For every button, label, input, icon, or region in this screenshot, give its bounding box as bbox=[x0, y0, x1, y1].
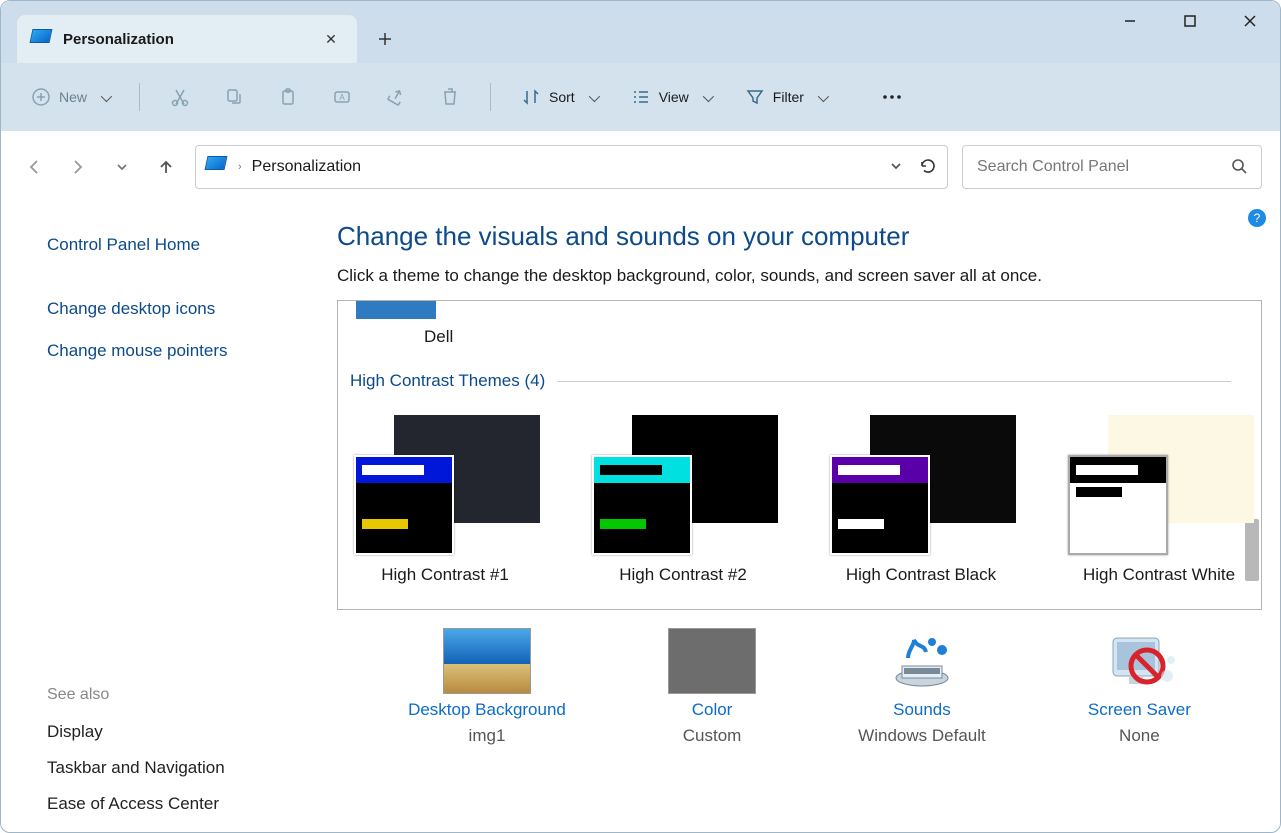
separator bbox=[490, 83, 491, 111]
refresh-button[interactable] bbox=[919, 157, 937, 178]
new-button[interactable]: New bbox=[21, 81, 119, 113]
ease-of-access-link[interactable]: Ease of Access Center bbox=[47, 786, 321, 822]
theme-label: High Contrast #1 bbox=[381, 565, 509, 585]
theme-preview bbox=[354, 415, 536, 555]
address-bar[interactable]: › Personalization bbox=[195, 145, 948, 189]
page-heading: Change the visuals and sounds on your co… bbox=[337, 221, 1262, 252]
sidebar: Control Panel Home Change desktop icons … bbox=[1, 203, 321, 832]
setting-link[interactable]: Color bbox=[692, 700, 733, 720]
breadcrumb-separator: › bbox=[238, 161, 242, 173]
control-panel-home-link[interactable]: Control Panel Home bbox=[47, 229, 321, 261]
see-also-header: See also bbox=[47, 686, 321, 704]
theme-label: High Contrast Black bbox=[846, 565, 996, 585]
sort-button[interactable]: Sort bbox=[511, 81, 607, 113]
titlebar: Personalization ✕ bbox=[1, 1, 1280, 63]
theme-front bbox=[830, 455, 930, 555]
view-label: View bbox=[659, 89, 689, 105]
theme-label: High Contrast #2 bbox=[619, 565, 747, 585]
setting-value: Custom bbox=[683, 726, 742, 746]
theme-label: High Contrast White bbox=[1083, 565, 1235, 585]
search-bar[interactable] bbox=[962, 145, 1262, 189]
setting-value: img1 bbox=[469, 726, 506, 746]
theme-preview bbox=[1068, 415, 1250, 555]
theme-dell-partial[interactable] bbox=[356, 301, 436, 319]
theme-item[interactable]: High Contrast White bbox=[1068, 415, 1250, 585]
setting-value: None bbox=[1119, 726, 1160, 746]
setting-thumb bbox=[668, 628, 756, 694]
setting-thumb bbox=[1095, 628, 1183, 694]
theme-front bbox=[592, 455, 692, 555]
section-header-label: High Contrast Themes (4) bbox=[350, 371, 545, 391]
setting-item[interactable]: Screen Saver None bbox=[1088, 628, 1191, 746]
svg-text:A: A bbox=[339, 93, 345, 102]
breadcrumb-item[interactable]: Personalization bbox=[252, 158, 361, 176]
setting-link[interactable]: Screen Saver bbox=[1088, 700, 1191, 720]
paste-button[interactable] bbox=[268, 81, 308, 113]
toolbar: New A Sort View Filter bbox=[1, 63, 1280, 131]
cut-button[interactable] bbox=[160, 81, 200, 113]
window-controls bbox=[1100, 1, 1280, 41]
display-link[interactable]: Display bbox=[47, 714, 321, 750]
close-tab-icon[interactable]: ✕ bbox=[321, 29, 341, 49]
filter-button[interactable]: Filter bbox=[735, 81, 836, 113]
back-button[interactable] bbox=[19, 152, 49, 182]
delete-button[interactable] bbox=[430, 81, 470, 113]
theme-front bbox=[354, 455, 454, 555]
change-desktop-icons-link[interactable]: Change desktop icons bbox=[47, 293, 321, 325]
copy-button[interactable] bbox=[214, 81, 254, 113]
theme-preview bbox=[592, 415, 774, 555]
theme-preview bbox=[830, 415, 1012, 555]
theme-scroll-area[interactable]: Dell High Contrast Themes (4) High Contr… bbox=[337, 300, 1262, 610]
rename-button[interactable]: A bbox=[322, 81, 362, 113]
setting-link[interactable]: Sounds bbox=[893, 700, 951, 720]
more-button[interactable] bbox=[870, 81, 914, 113]
filter-label: Filter bbox=[773, 89, 804, 105]
tab-title: Personalization bbox=[63, 31, 174, 48]
setting-item[interactable]: Color Custom bbox=[668, 628, 756, 746]
search-input[interactable] bbox=[977, 158, 1221, 176]
high-contrast-themes: High Contrast #1 High Contrast #2 High C… bbox=[354, 415, 1231, 585]
tab-personalization[interactable]: Personalization ✕ bbox=[17, 15, 357, 63]
theme-item[interactable]: High Contrast #2 bbox=[592, 415, 774, 585]
new-tab-button[interactable] bbox=[365, 19, 405, 59]
divider bbox=[557, 381, 1231, 382]
share-button[interactable] bbox=[376, 81, 416, 113]
up-button[interactable] bbox=[151, 152, 181, 182]
theme-label-dell: Dell bbox=[424, 327, 453, 347]
minimize-button[interactable] bbox=[1100, 1, 1160, 41]
settings-row: Desktop Background img1 Color Custom Sou… bbox=[337, 610, 1262, 746]
close-window-button[interactable] bbox=[1220, 1, 1280, 41]
view-button[interactable]: View bbox=[621, 81, 721, 113]
address-dropdown[interactable] bbox=[889, 159, 903, 176]
new-label: New bbox=[59, 89, 87, 105]
separator bbox=[139, 83, 140, 111]
location-icon bbox=[206, 156, 228, 178]
setting-thumb bbox=[443, 628, 531, 694]
change-mouse-pointers-link[interactable]: Change mouse pointers bbox=[47, 335, 321, 367]
taskbar-navigation-link[interactable]: Taskbar and Navigation bbox=[47, 750, 321, 786]
help-icon[interactable]: ? bbox=[1248, 209, 1266, 227]
page-subtitle: Click a theme to change the desktop back… bbox=[337, 266, 1262, 286]
address-row: › Personalization bbox=[1, 131, 1280, 203]
maximize-button[interactable] bbox=[1160, 1, 1220, 41]
main-content: ? Control Panel Home Change desktop icon… bbox=[1, 203, 1280, 832]
setting-link[interactable]: Desktop Background bbox=[408, 700, 566, 720]
theme-item[interactable]: High Contrast Black bbox=[830, 415, 1012, 585]
theme-item[interactable]: High Contrast #1 bbox=[354, 415, 536, 585]
see-also-section: See also Display Taskbar and Navigation … bbox=[47, 686, 321, 822]
forward-button[interactable] bbox=[63, 152, 93, 182]
recent-dropdown[interactable] bbox=[107, 152, 137, 182]
sort-label: Sort bbox=[549, 89, 575, 105]
setting-item[interactable]: Sounds Windows Default bbox=[858, 628, 986, 746]
setting-thumb bbox=[878, 628, 966, 694]
theme-front bbox=[1068, 455, 1168, 555]
section-header: High Contrast Themes (4) bbox=[350, 371, 1231, 391]
content-pane: Change the visuals and sounds on your co… bbox=[321, 203, 1280, 832]
search-icon[interactable] bbox=[1231, 158, 1247, 177]
personalization-icon bbox=[31, 29, 51, 49]
setting-item[interactable]: Desktop Background img1 bbox=[408, 628, 566, 746]
setting-value: Windows Default bbox=[858, 726, 986, 746]
